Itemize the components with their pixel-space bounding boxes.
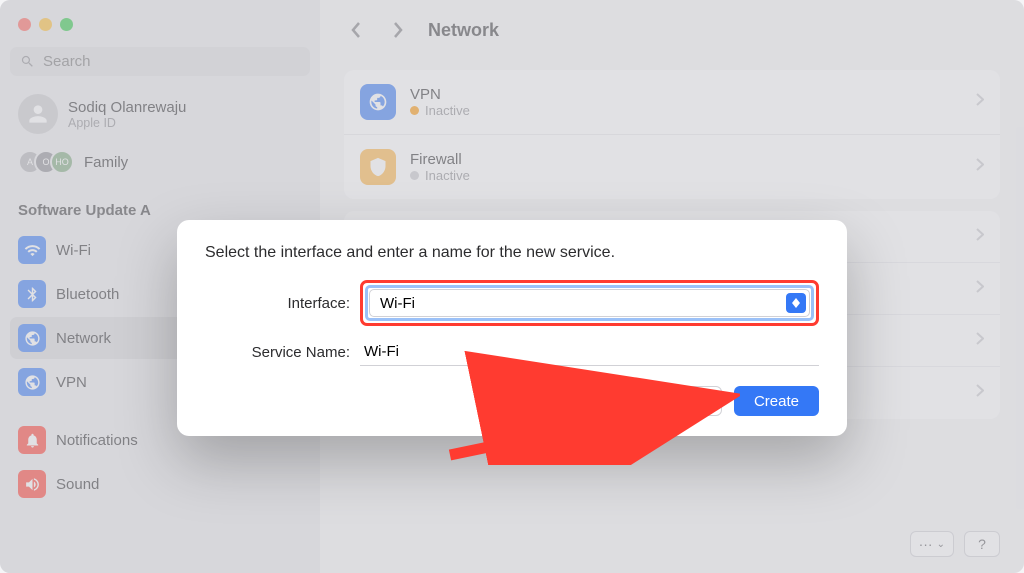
select-value: Wi-Fi bbox=[380, 295, 415, 312]
dialog-buttons: Cancel Create bbox=[205, 386, 819, 416]
modal-overlay: Select the interface and enter a name fo… bbox=[0, 0, 1024, 573]
new-service-dialog: Select the interface and enter a name fo… bbox=[177, 220, 847, 436]
highlight-annotation: Wi-Fi bbox=[360, 280, 819, 326]
service-name-row: Service Name: bbox=[205, 338, 819, 366]
interface-select[interactable]: Wi-Fi bbox=[369, 289, 810, 317]
cancel-button[interactable]: Cancel bbox=[633, 386, 722, 416]
interface-row: Interface: Wi-Fi bbox=[205, 280, 819, 326]
dialog-message: Select the interface and enter a name fo… bbox=[205, 244, 819, 262]
service-name-label: Service Name: bbox=[205, 344, 350, 361]
settings-window: Sodiq Olanrewaju Apple ID A O HO Family … bbox=[0, 0, 1024, 573]
create-button[interactable]: Create bbox=[734, 386, 819, 416]
service-name-input[interactable] bbox=[360, 338, 819, 366]
select-stepper-icon bbox=[786, 293, 806, 313]
interface-label: Interface: bbox=[205, 295, 350, 312]
